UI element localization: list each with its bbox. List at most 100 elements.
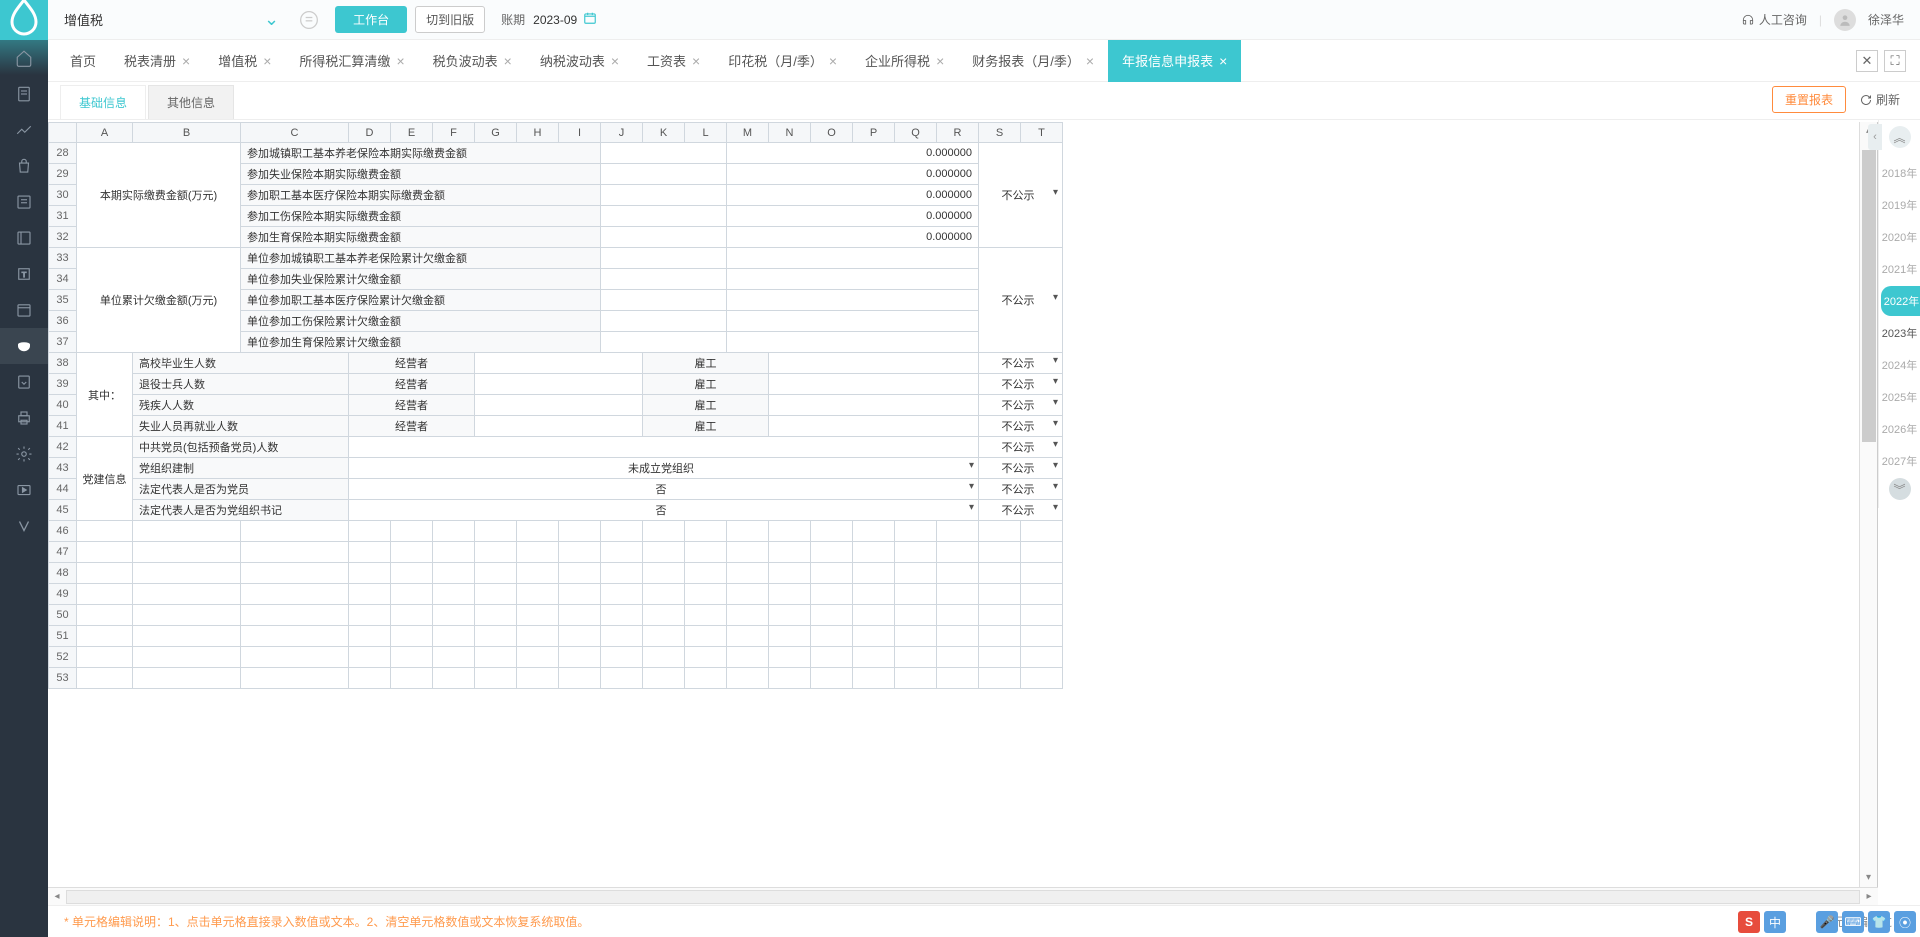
tab-工资表[interactable]: 工资表×: [633, 40, 714, 82]
row-header[interactable]: 53: [49, 668, 77, 689]
row-header[interactable]: 30: [49, 185, 77, 206]
tab-close-icon[interactable]: ×: [1219, 53, 1227, 69]
tab-close-icon[interactable]: ×: [692, 53, 700, 69]
publish-select[interactable]: 不公示: [979, 353, 1063, 374]
tab-企业所得税[interactable]: 企业所得税×: [851, 40, 958, 82]
workbench-button[interactable]: 工作台: [335, 6, 407, 33]
nav-settings-icon[interactable]: [0, 436, 48, 472]
tab-close-icon[interactable]: ×: [396, 53, 404, 69]
year-2019年[interactable]: 2019年: [1879, 190, 1920, 220]
col-header-B[interactable]: B: [133, 123, 241, 143]
col-header-T[interactable]: T: [1021, 123, 1063, 143]
publish-select[interactable]: 不公示: [979, 479, 1063, 500]
period-value[interactable]: 2023-09: [533, 13, 577, 27]
row-header[interactable]: 46: [49, 521, 77, 542]
row-header[interactable]: 29: [49, 164, 77, 185]
tab-close-icon[interactable]: ×: [611, 53, 619, 69]
row-header[interactable]: 31: [49, 206, 77, 227]
subtab-basic[interactable]: 基础信息: [60, 85, 146, 119]
publish-select[interactable]: 不公示: [979, 500, 1063, 521]
year-2026年[interactable]: 2026年: [1879, 414, 1920, 444]
col-header-E[interactable]: E: [391, 123, 433, 143]
user-avatar-icon[interactable]: [1834, 9, 1856, 31]
col-header-M[interactable]: M: [727, 123, 769, 143]
col-header-H[interactable]: H: [517, 123, 559, 143]
tab-close-icon[interactable]: ×: [829, 53, 837, 69]
publish-select[interactable]: 不公示: [979, 416, 1063, 437]
tab-税表清册[interactable]: 税表清册×: [110, 40, 204, 82]
publish-select[interactable]: 不公示: [979, 437, 1063, 458]
vertical-scrollbar[interactable]: ▴ ▾: [1859, 122, 1877, 887]
col-header-D[interactable]: D: [349, 123, 391, 143]
col-header-L[interactable]: L: [685, 123, 727, 143]
ime-sogou-icon[interactable]: S: [1738, 911, 1760, 933]
row-header[interactable]: 38: [49, 353, 77, 374]
col-header-N[interactable]: N: [769, 123, 811, 143]
tab-close-all-icon[interactable]: ✕: [1856, 50, 1878, 72]
tab-年报信息申报表[interactable]: 年报信息申报表×: [1108, 40, 1241, 82]
nav-bag-icon[interactable]: [0, 148, 48, 184]
subtab-other[interactable]: 其他信息: [148, 85, 234, 119]
spreadsheet-grid[interactable]: ABCDEFGHIJKLMNOPQRST28本期实际缴费金额(万元)参加城镇职工…: [48, 122, 1878, 887]
support-link[interactable]: 人工咨询: [1741, 11, 1807, 28]
nav-home-icon[interactable]: [0, 40, 48, 76]
row-header[interactable]: 39: [49, 374, 77, 395]
reset-report-button[interactable]: 重置报表: [1772, 86, 1846, 113]
row-header[interactable]: 51: [49, 626, 77, 647]
publish-select[interactable]: 不公示: [979, 143, 1063, 248]
nav-list-icon[interactable]: [0, 184, 48, 220]
publish-select[interactable]: 不公示: [979, 458, 1063, 479]
year-2023年[interactable]: 2023年: [1879, 318, 1920, 348]
nav-v-icon[interactable]: [0, 508, 48, 544]
tab-expand-icon[interactable]: ⛶: [1884, 50, 1906, 72]
row-header[interactable]: 52: [49, 647, 77, 668]
col-header-P[interactable]: P: [853, 123, 895, 143]
ime-mic-icon[interactable]: 🎤: [1816, 911, 1838, 933]
account-selector[interactable]: 增值税: [64, 10, 264, 29]
nav-stamp-icon[interactable]: T: [0, 256, 48, 292]
row-header[interactable]: 28: [49, 143, 77, 164]
row-header[interactable]: 50: [49, 605, 77, 626]
col-header-S[interactable]: S: [979, 123, 1021, 143]
publish-select[interactable]: 不公示: [979, 248, 1063, 353]
chevron-down-icon[interactable]: ⌄: [264, 9, 279, 30]
ime-keyboard-icon[interactable]: ⌨: [1842, 911, 1864, 933]
nav-video-icon[interactable]: [0, 472, 48, 508]
tab-首页[interactable]: 首页: [56, 40, 110, 82]
publish-select[interactable]: 不公示: [979, 374, 1063, 395]
col-header-F[interactable]: F: [433, 123, 475, 143]
note-icon[interactable]: [295, 6, 323, 34]
col-header-Q[interactable]: Q: [895, 123, 937, 143]
ime-skin-icon[interactable]: 👕: [1868, 911, 1890, 933]
col-header-K[interactable]: K: [643, 123, 685, 143]
row-header[interactable]: 41: [49, 416, 77, 437]
tab-税负波动表[interactable]: 税负波动表×: [419, 40, 526, 82]
switch-old-button[interactable]: 切到旧版: [415, 6, 485, 33]
row-header[interactable]: 33: [49, 248, 77, 269]
year-2025年[interactable]: 2025年: [1879, 382, 1920, 412]
nav-chart-icon[interactable]: [0, 112, 48, 148]
tab-所得税汇算清缴[interactable]: 所得税汇算清缴×: [285, 40, 418, 82]
tab-close-icon[interactable]: ×: [504, 53, 512, 69]
horizontal-scrollbar[interactable]: ◂ ▸: [48, 887, 1878, 905]
row-header[interactable]: 42: [49, 437, 77, 458]
row-header[interactable]: 47: [49, 542, 77, 563]
col-header-O[interactable]: O: [811, 123, 853, 143]
year-2020年[interactable]: 2020年: [1879, 222, 1920, 252]
year-2022年[interactable]: 2022年: [1881, 286, 1920, 316]
row-header[interactable]: 34: [49, 269, 77, 290]
refresh-button[interactable]: 刷新: [1860, 91, 1900, 108]
col-header-I[interactable]: I: [559, 123, 601, 143]
nav-calendar-icon[interactable]: [0, 292, 48, 328]
nav-print-icon[interactable]: [0, 400, 48, 436]
year-2018年[interactable]: 2018年: [1879, 158, 1920, 188]
username[interactable]: 徐泽华: [1868, 11, 1904, 28]
nav-active-icon[interactable]: [0, 328, 48, 364]
tab-close-icon[interactable]: ×: [1086, 53, 1094, 69]
row-header[interactable]: 49: [49, 584, 77, 605]
row-header[interactable]: 37: [49, 332, 77, 353]
year-2027年[interactable]: 2027年: [1879, 446, 1920, 476]
col-header-G[interactable]: G: [475, 123, 517, 143]
row-header[interactable]: 44: [49, 479, 77, 500]
ime-lang-icon[interactable]: 中: [1764, 911, 1786, 933]
